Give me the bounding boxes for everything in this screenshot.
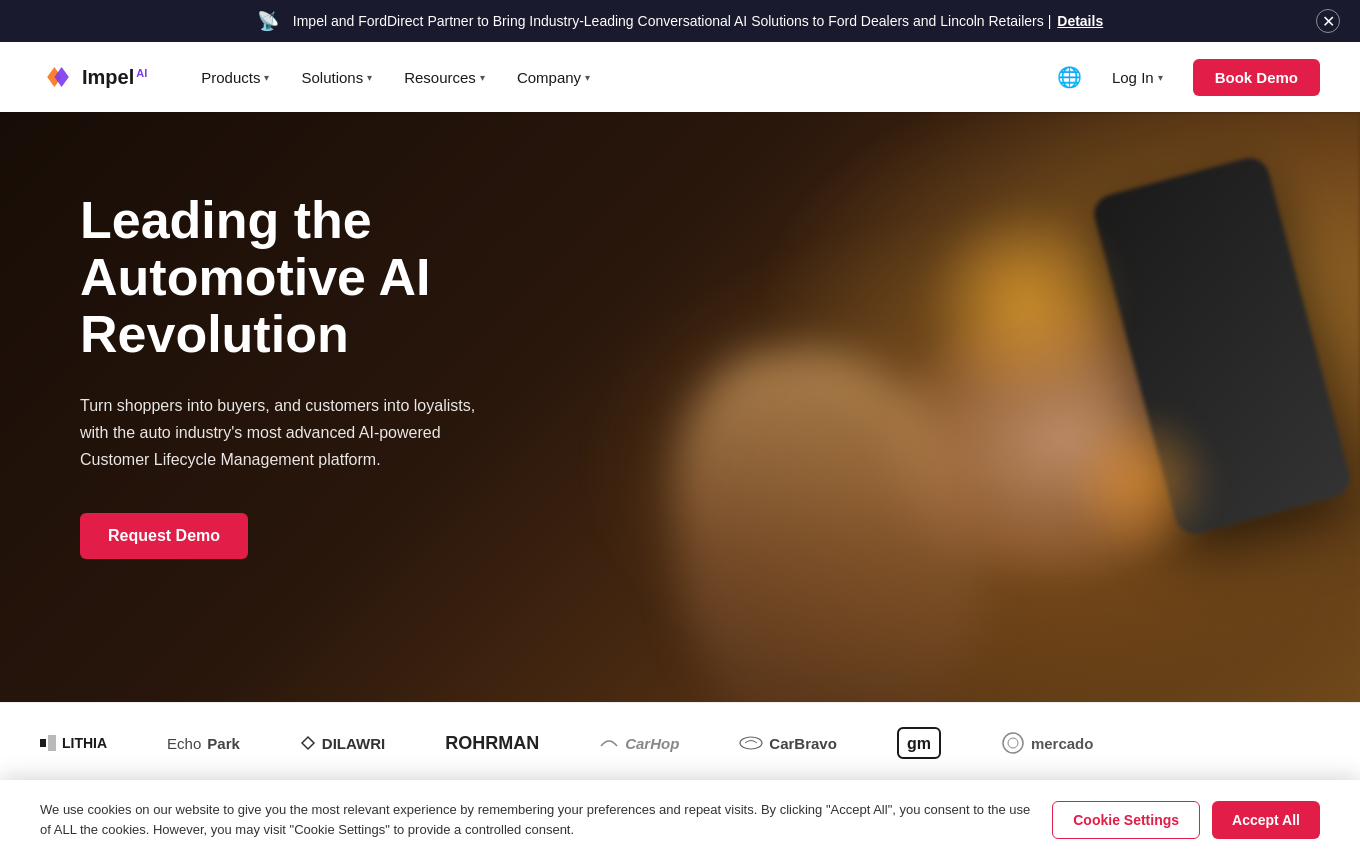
announcement-bar: 📡 Impel and FordDirect Partner to Bring … bbox=[0, 0, 1360, 42]
nav-right: 🌐 Log In ▾ Book Demo bbox=[1057, 59, 1320, 96]
nav-links: Products ▾ Solutions ▾ Resources ▾ Compa… bbox=[187, 61, 1057, 94]
brand-carbravo: CarBravo bbox=[739, 735, 837, 752]
announcement-link[interactable]: Details bbox=[1057, 13, 1103, 29]
signal-icon: 📡 bbox=[257, 10, 279, 32]
mercado-icon bbox=[1001, 731, 1025, 755]
nav-item-resources[interactable]: Resources ▾ bbox=[390, 61, 499, 94]
hero-content: Leading the Automotive AI Revolution Tur… bbox=[0, 112, 560, 639]
gm-icon: gm bbox=[897, 727, 941, 759]
svg-point-9 bbox=[1008, 738, 1018, 748]
logo-icon bbox=[40, 63, 76, 91]
lithia-icon bbox=[40, 735, 56, 751]
request-demo-button[interactable]: Request Demo bbox=[80, 513, 248, 559]
svg-marker-1 bbox=[54, 67, 68, 87]
brand-carhop: CarHop bbox=[599, 735, 679, 752]
bokeh-light-1 bbox=[922, 201, 1122, 401]
brand-rohrman: ROHRMAN bbox=[445, 733, 539, 754]
cookie-banner: We use cookies on our website to give yo… bbox=[0, 780, 1360, 783]
hero-section: Leading the Automotive AI Revolution Tur… bbox=[0, 112, 1360, 702]
chevron-down-icon: ▾ bbox=[264, 72, 269, 83]
hero-title: Leading the Automotive AI Revolution bbox=[80, 192, 480, 364]
dilawri-icon bbox=[300, 735, 316, 751]
hero-subtitle: Turn shoppers into buyers, and customers… bbox=[80, 392, 480, 474]
nav-item-company[interactable]: Company ▾ bbox=[503, 61, 604, 94]
brand-mercado: mercado bbox=[1001, 731, 1094, 755]
svg-marker-4 bbox=[302, 737, 314, 749]
brand-logo-bar: LITHIA EchoPark DILAWRI ROHRMAN CarHop C… bbox=[0, 702, 1360, 783]
chevron-down-icon: ▾ bbox=[585, 72, 590, 83]
svg-text:gm: gm bbox=[907, 735, 931, 752]
navbar: ImpelAI Products ▾ Solutions ▾ Resources… bbox=[0, 42, 1360, 112]
svg-rect-2 bbox=[40, 739, 46, 747]
svg-rect-3 bbox=[48, 735, 56, 751]
chevron-down-icon: ▾ bbox=[480, 72, 485, 83]
bokeh-light-2 bbox=[1067, 407, 1217, 557]
language-button[interactable]: 🌐 bbox=[1057, 65, 1082, 89]
chevron-down-icon: ▾ bbox=[1158, 72, 1163, 83]
svg-point-5 bbox=[740, 737, 762, 749]
carhop-icon bbox=[599, 736, 619, 750]
logo-text: ImpelAI bbox=[82, 66, 147, 89]
carbravo-icon bbox=[739, 736, 763, 750]
nav-item-products[interactable]: Products ▾ bbox=[187, 61, 283, 94]
brand-lithia: LITHIA bbox=[40, 735, 107, 751]
brand-gm: gm bbox=[897, 727, 941, 759]
close-announcement-button[interactable]: ✕ bbox=[1316, 9, 1340, 33]
nav-item-solutions[interactable]: Solutions ▾ bbox=[287, 61, 386, 94]
brand-echopark: EchoPark bbox=[167, 735, 240, 752]
logo[interactable]: ImpelAI bbox=[40, 63, 147, 91]
announcement-text: Impel and FordDirect Partner to Bring In… bbox=[293, 13, 1051, 29]
chevron-down-icon: ▾ bbox=[367, 72, 372, 83]
svg-point-8 bbox=[1003, 733, 1023, 753]
login-button[interactable]: Log In ▾ bbox=[1098, 61, 1177, 94]
book-demo-button[interactable]: Book Demo bbox=[1193, 59, 1320, 96]
brand-dilawri: DILAWRI bbox=[300, 735, 385, 752]
